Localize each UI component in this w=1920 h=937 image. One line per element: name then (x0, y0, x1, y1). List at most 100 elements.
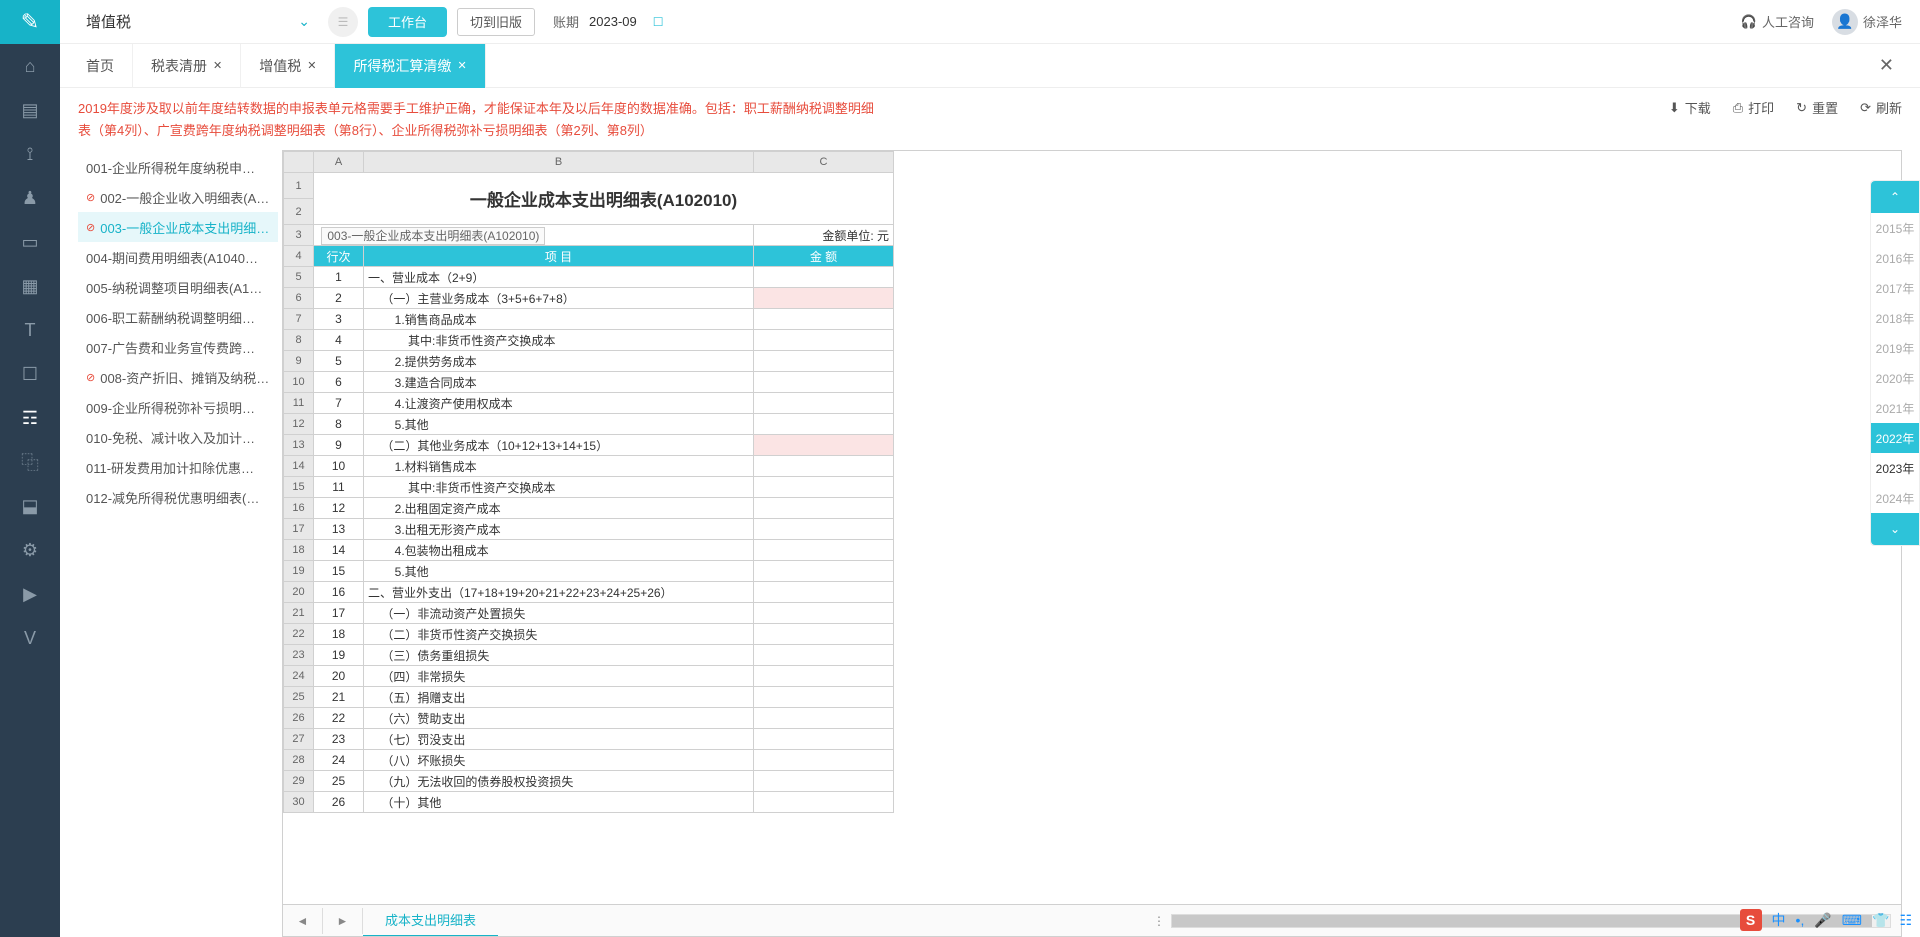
amount-cell[interactable] (754, 771, 894, 792)
tree-item[interactable]: ⊘002-一般企业收入明细表(A… (78, 182, 278, 212)
item-cell[interactable]: 一、营业成本（2+9） (364, 267, 754, 288)
amount-cell[interactable] (754, 540, 894, 561)
row-header[interactable]: 27 (284, 729, 314, 750)
tax-type-dropdown[interactable]: 增值税 ⌄ (78, 7, 318, 37)
item-cell[interactable]: 3.建造合同成本 (364, 372, 754, 393)
item-cell[interactable]: 1.销售商品成本 (364, 309, 754, 330)
row-header[interactable]: 24 (284, 666, 314, 687)
row-header[interactable]: 12 (284, 414, 314, 435)
amount-cell[interactable] (754, 603, 894, 624)
item-cell[interactable]: 3.出租无形资产成本 (364, 519, 754, 540)
year-up-button[interactable]: ⌃ (1871, 181, 1919, 213)
ime-lang[interactable]: 中 (1772, 910, 1786, 930)
item-cell[interactable]: 2.出租固定资产成本 (364, 498, 754, 519)
nav-doc-icon[interactable]: ▤ (0, 88, 60, 132)
row-header[interactable]: 19 (284, 561, 314, 582)
row-header[interactable]: 7 (284, 309, 314, 330)
amount-cell[interactable] (754, 624, 894, 645)
row-header[interactable]: 26 (284, 708, 314, 729)
ime-mic-icon[interactable]: 🎤 (1814, 912, 1831, 929)
close-icon[interactable]: ✕ (213, 59, 222, 72)
download-button[interactable]: ⬇下载 (1669, 98, 1711, 117)
year-option[interactable]: 2018年 (1871, 303, 1919, 333)
item-cell[interactable]: 其中:非货币性资产交换成本 (364, 330, 754, 351)
amount-cell[interactable] (754, 729, 894, 750)
tab-所得税汇算清缴[interactable]: 所得税汇算清缴✕ (335, 44, 485, 88)
year-option[interactable]: 2020年 (1871, 363, 1919, 393)
col-header[interactable]: B (364, 152, 754, 173)
item-cell[interactable]: 5.其他 (364, 561, 754, 582)
year-option[interactable]: 2016年 (1871, 243, 1919, 273)
tree-item[interactable]: 005-纳税调整项目明细表(A1… (78, 272, 278, 302)
row-header[interactable]: 8 (284, 330, 314, 351)
nav-clip-icon[interactable]: ▭ (0, 220, 60, 264)
split-icon[interactable]: ⋮ (1153, 914, 1165, 928)
item-cell[interactable]: 2.提供劳务成本 (364, 351, 754, 372)
item-cell[interactable]: 1.材料销售成本 (364, 456, 754, 477)
year-option[interactable]: 2024年 (1871, 483, 1919, 513)
item-cell[interactable]: （十）其他 (364, 792, 754, 813)
refresh-button[interactable]: ⟳刷新 (1860, 98, 1902, 117)
workbench-button[interactable]: 工作台 (368, 7, 447, 37)
amount-cell[interactable] (754, 792, 894, 813)
row-header[interactable]: 20 (284, 582, 314, 603)
amount-cell[interactable] (754, 372, 894, 393)
year-option[interactable]: 2022年 (1871, 423, 1919, 453)
tree-item[interactable]: 012-减免所得税优惠明细表(… (78, 482, 278, 512)
row-header[interactable]: 1 (284, 173, 314, 199)
item-cell[interactable]: （五）捐赠支出 (364, 687, 754, 708)
nav-home-icon[interactable]: ⌂ (0, 44, 60, 88)
item-cell[interactable]: （六）赞助支出 (364, 708, 754, 729)
row-header[interactable]: 4 (284, 246, 314, 267)
nav-chart-icon[interactable]: ⟟ (0, 132, 60, 176)
nav-copy-icon[interactable]: ⿻ (0, 440, 60, 484)
amount-cell[interactable] (754, 288, 894, 309)
row-header[interactable]: 18 (284, 540, 314, 561)
row-header[interactable]: 17 (284, 519, 314, 540)
app-logo-icon[interactable]: ✎ (0, 0, 60, 44)
tree-item[interactable]: ⊘008-资产折旧、摊销及纳税… (78, 362, 278, 392)
amount-cell[interactable] (754, 645, 894, 666)
user-menu[interactable]: 👤徐泽华 (1832, 9, 1902, 35)
amount-cell[interactable] (754, 435, 894, 456)
amount-cell[interactable] (754, 582, 894, 603)
item-cell[interactable]: （一）主营业务成本（3+5+6+7+8） (364, 288, 754, 309)
amount-cell[interactable] (754, 519, 894, 540)
year-down-button[interactable]: ⌄ (1871, 513, 1919, 545)
ime-tool-icon[interactable]: ☷ (1899, 912, 1912, 929)
amount-cell[interactable] (754, 456, 894, 477)
amount-cell[interactable] (754, 666, 894, 687)
nav-text-icon[interactable]: T (0, 308, 60, 352)
row-header[interactable]: 22 (284, 624, 314, 645)
row-header[interactable]: 14 (284, 456, 314, 477)
switch-old-button[interactable]: 切到旧版 (457, 8, 535, 36)
nav-window-icon[interactable]: ☐ (0, 352, 60, 396)
tree-item[interactable]: 010-免税、减计收入及加计… (78, 422, 278, 452)
col-header[interactable]: C (754, 152, 894, 173)
row-header[interactable]: 16 (284, 498, 314, 519)
reset-button[interactable]: ↻重置 (1796, 98, 1838, 117)
tree-item[interactable]: 004-期间费用明细表(A1040… (78, 242, 278, 272)
nav-play-icon[interactable]: ▶ (0, 572, 60, 616)
tree-item[interactable]: 009-企业所得税弥补亏损明… (78, 392, 278, 422)
tree-item[interactable]: 001-企业所得税年度纳税申… (78, 152, 278, 182)
row-header[interactable]: 11 (284, 393, 314, 414)
year-option[interactable]: 2015年 (1871, 213, 1919, 243)
year-option[interactable]: 2019年 (1871, 333, 1919, 363)
row-header[interactable]: 29 (284, 771, 314, 792)
print-button[interactable]: ⎙打印 (1733, 98, 1774, 117)
item-cell[interactable]: （七）罚没支出 (364, 729, 754, 750)
filter-button[interactable]: ☰ (328, 7, 358, 37)
tree-item[interactable]: 007-广告费和业务宣传费跨… (78, 332, 278, 362)
nav-stack-icon[interactable]: ☶ (0, 396, 60, 440)
calendar-icon[interactable]: ☐ (653, 15, 664, 29)
ime-keyboard-icon[interactable]: ⌨ (1842, 912, 1862, 929)
amount-cell[interactable] (754, 561, 894, 582)
row-header[interactable]: 3 (284, 225, 314, 246)
amount-cell[interactable] (754, 330, 894, 351)
nav-v-icon[interactable]: V (0, 616, 60, 660)
tree-item[interactable]: ⊘003-一般企业成本支出明细… (78, 212, 278, 242)
item-cell[interactable]: （九）无法收回的债券股权投资损失 (364, 771, 754, 792)
row-header[interactable]: 10 (284, 372, 314, 393)
row-header[interactable]: 13 (284, 435, 314, 456)
